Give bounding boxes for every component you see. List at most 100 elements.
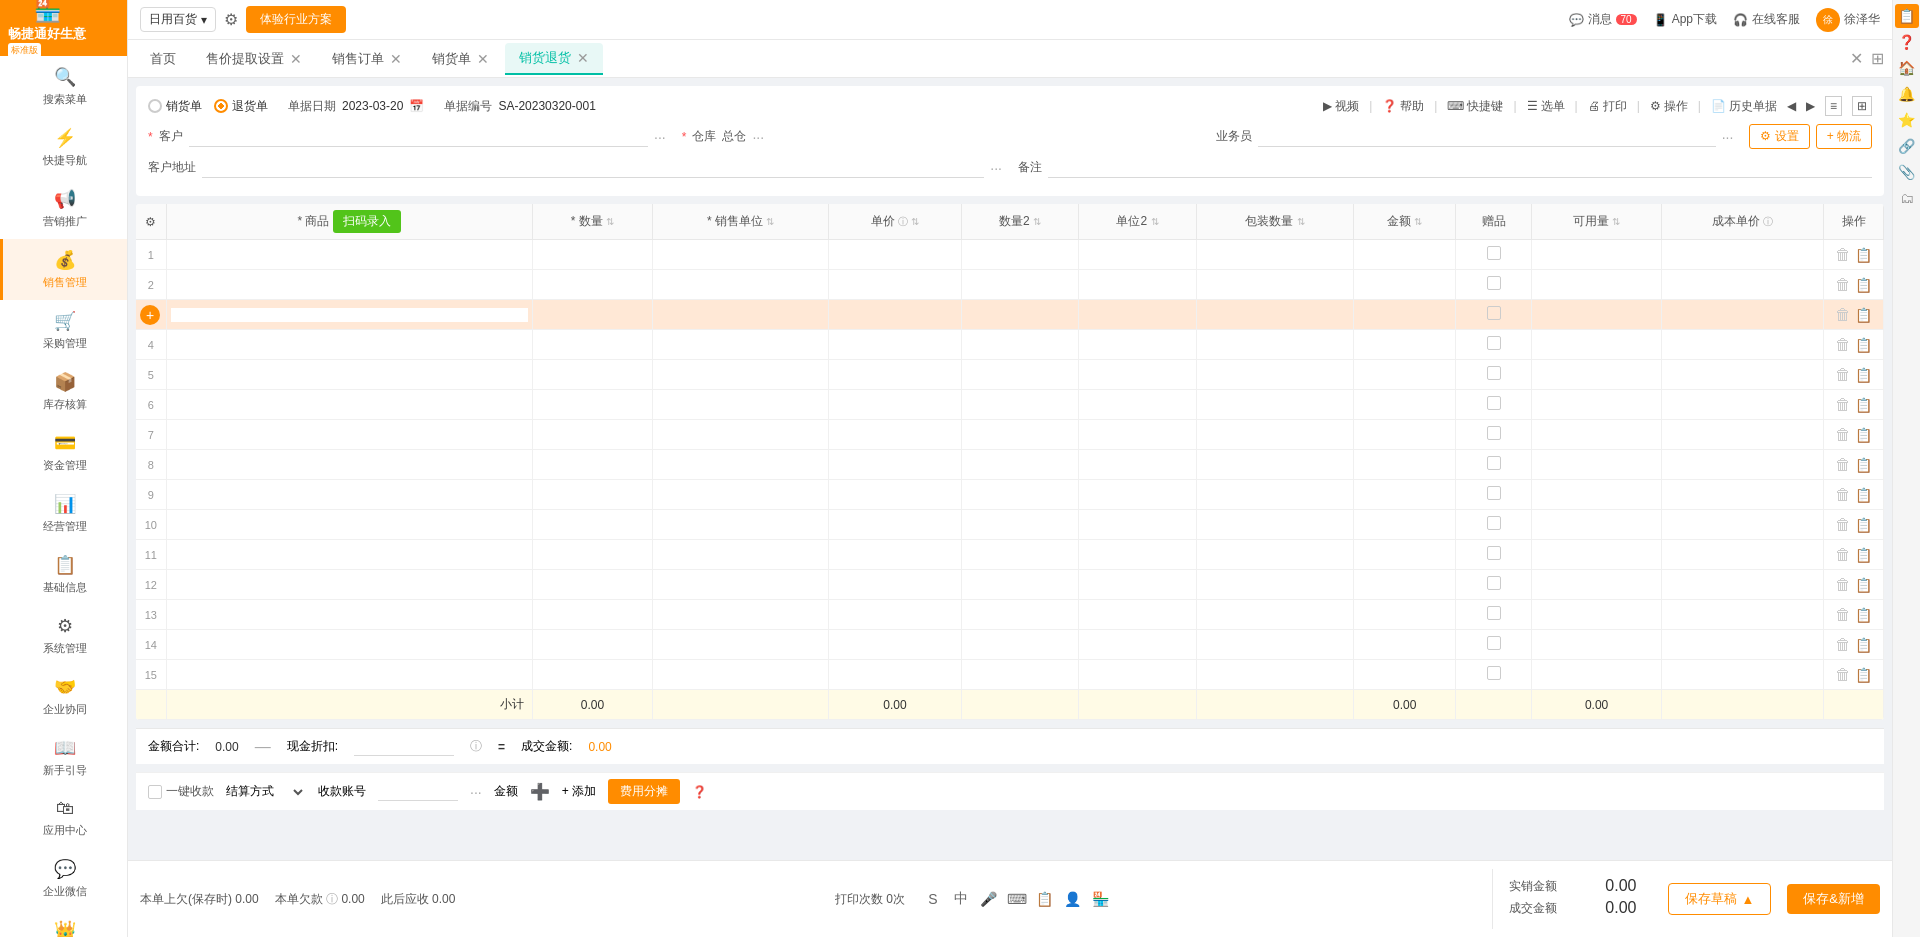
del-btn-1[interactable]: 🗑 [1835,246,1851,263]
row-qty2-5[interactable] [961,360,1078,390]
radio-sales[interactable]: 销货单 [148,98,202,115]
row-avail-3[interactable] [1532,300,1662,330]
row-unit-3[interactable] [653,300,829,330]
user-profile[interactable]: 徐 徐泽华 [1816,8,1880,32]
copy-btn-6[interactable]: 📋 [1855,397,1872,413]
row-avail-13[interactable] [1532,600,1662,630]
row-amount-2[interactable] [1354,270,1456,300]
sort-amount-icon[interactable]: ⇅ [1414,216,1422,227]
row-qty-3[interactable] [532,300,653,330]
copy-btn-1[interactable]: 📋 [1855,247,1872,263]
copy-btn-4[interactable]: 📋 [1855,337,1872,353]
row-price-8[interactable] [828,450,961,480]
copy-btn-11[interactable]: 📋 [1855,547,1872,563]
gift-checkbox-1[interactable] [1487,246,1501,260]
row-qty2-10[interactable] [961,510,1078,540]
del-btn-4[interactable]: 🗑 [1835,336,1851,353]
row-amount-14[interactable] [1354,630,1456,660]
row-avail-12[interactable] [1532,570,1662,600]
row-price-9[interactable] [828,480,961,510]
row-avail-8[interactable] [1532,450,1662,480]
row-packqty-14[interactable] [1196,630,1353,660]
row-product-5[interactable] [166,360,532,390]
settings-btn[interactable]: ⚙ 设置 [1749,124,1809,149]
row-product-15[interactable] [166,660,532,690]
sort-unit2-icon[interactable]: ⇅ [1151,216,1159,227]
row-gear-8[interactable]: 8 [136,450,166,480]
toolbar-icon-5[interactable]: 📋 [1033,887,1057,911]
sidebar-item-13[interactable]: 💬企业微信 [0,848,127,909]
row-cost-8[interactable] [1661,450,1823,480]
row-qty-4[interactable] [532,330,653,360]
gift-checkbox-5[interactable] [1487,366,1501,380]
row-avail-2[interactable] [1532,270,1662,300]
gift-checkbox-8[interactable] [1487,456,1501,470]
sidebar-item-3[interactable]: 💰销售管理 [0,239,127,300]
sidebar-item-8[interactable]: 📋基础信息 [0,544,127,605]
row-price-1[interactable] [828,240,961,270]
sort-qty2-icon[interactable]: ⇅ [1033,216,1041,227]
copy-btn-14[interactable]: 📋 [1855,637,1872,653]
row-unit2-8[interactable] [1079,450,1196,480]
right-icon-folder[interactable]: 🗂 [1895,186,1919,210]
sidebar-item-10[interactable]: 🤝企业协同 [0,666,127,727]
row-unit-13[interactable] [653,600,829,630]
row-unit2-2[interactable] [1079,270,1196,300]
row-packqty-2[interactable] [1196,270,1353,300]
grid-view-btn[interactable]: ⊞ [1852,96,1872,116]
save-new-btn[interactable]: 保存&新增 [1787,884,1880,914]
row-gear-2[interactable]: 2 [136,270,166,300]
row-price-14[interactable] [828,630,961,660]
sort-packqty-icon[interactable]: ⇅ [1297,216,1305,227]
add-row-icon[interactable]: ➕ [530,782,550,801]
product-input-${i}[interactable] [171,308,528,322]
row-cost-13[interactable] [1661,600,1823,630]
add-logistics-btn[interactable]: + 物流 [1816,124,1872,149]
row-cost-2[interactable] [1661,270,1823,300]
arrear-info-icon[interactable]: ⓘ [326,892,338,906]
row-avail-6[interactable] [1532,390,1662,420]
row-qty-7[interactable] [532,420,653,450]
row-gear-7[interactable]: 7 [136,420,166,450]
row-amount-8[interactable] [1354,450,1456,480]
row-unit-9[interactable] [653,480,829,510]
row-unit2-6[interactable] [1079,390,1196,420]
close-all-icon[interactable]: ✕ [1850,49,1863,68]
copy-btn-5[interactable]: 📋 [1855,367,1872,383]
row-packqty-10[interactable] [1196,510,1353,540]
row-avail-11[interactable] [1532,540,1662,570]
row-qty2-7[interactable] [961,420,1078,450]
row-product-9[interactable] [166,480,532,510]
row-product-8[interactable] [166,450,532,480]
row-gear-6[interactable]: 6 [136,390,166,420]
row-avail-14[interactable] [1532,630,1662,660]
row-qty2-15[interactable] [961,660,1078,690]
row-unit-10[interactable] [653,510,829,540]
row-cost-15[interactable] [1661,660,1823,690]
topbar-gear-icon[interactable]: ⚙ [224,10,238,29]
row-qty-14[interactable] [532,630,653,660]
select-link[interactable]: ☰ 选单 [1527,98,1565,115]
discount-input[interactable] [354,737,454,756]
row-gear-4[interactable]: 4 [136,330,166,360]
add-row-btn[interactable]: + [140,305,160,325]
help-link[interactable]: ❓ 帮助 [1382,98,1424,115]
row-price-12[interactable] [828,570,961,600]
row-unit-8[interactable] [653,450,829,480]
right-icon-attachment[interactable]: 📎 [1895,160,1919,184]
print-link[interactable]: 🖨 打印 [1588,98,1627,115]
row-gear-15[interactable]: 15 [136,660,166,690]
row-qty-10[interactable] [532,510,653,540]
row-packqty-7[interactable] [1196,420,1353,450]
row-qty2-9[interactable] [961,480,1078,510]
toolbar-icon-6[interactable]: 👤 [1061,887,1085,911]
gift-checkbox-3[interactable] [1487,306,1501,320]
customer-dots-btn[interactable]: ··· [654,129,666,145]
row-unit2-15[interactable] [1079,660,1196,690]
row-cost-3[interactable] [1661,300,1823,330]
save-draft-btn[interactable]: 保存草稿 ▲ [1668,883,1771,915]
toolbar-icon-2[interactable]: 中 [949,887,973,911]
col-gear[interactable]: ⚙ [136,204,166,240]
row-packqty-6[interactable] [1196,390,1353,420]
video-link[interactable]: ▶ 视频 [1323,98,1359,115]
